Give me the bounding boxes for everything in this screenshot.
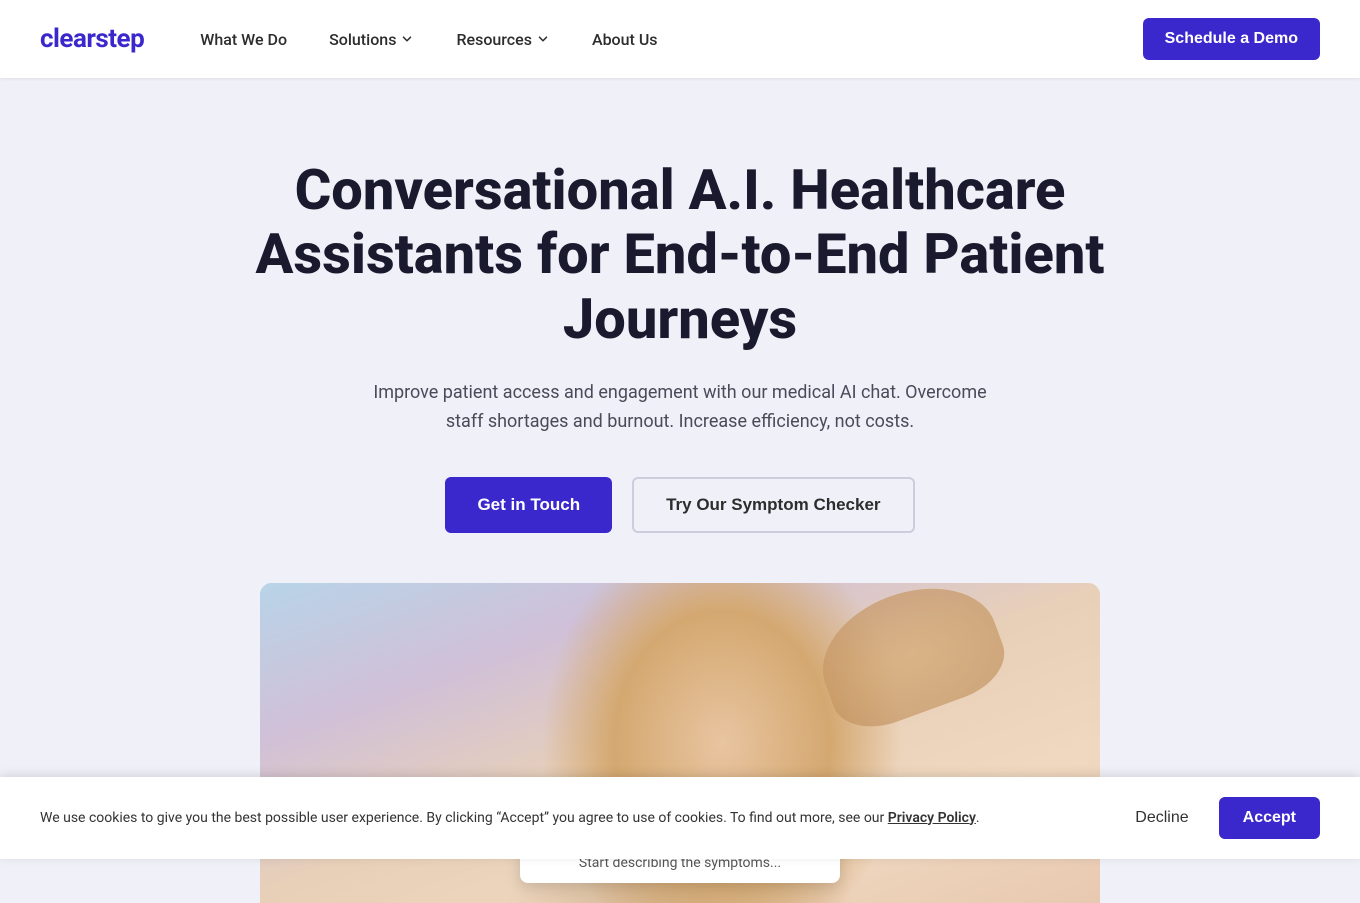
navbar: clearstep What We Do Solutions Resources — [0, 0, 1360, 78]
nav-link-solutions[interactable]: Solutions — [313, 22, 430, 57]
navbar-left: clearstep What We Do Solutions Resources — [40, 22, 674, 57]
hero-subtitle: Improve patient access and engagement wi… — [360, 379, 1000, 437]
get-in-touch-button[interactable]: Get in Touch — [445, 477, 612, 533]
cookie-banner: We use cookies to give you the best poss… — [0, 777, 1360, 859]
cookie-buttons: Decline Accept — [1117, 797, 1320, 839]
nav-link-what-we-do[interactable]: What We Do — [184, 22, 303, 57]
decline-button[interactable]: Decline — [1117, 799, 1206, 837]
nav-item-resources[interactable]: Resources — [440, 22, 566, 57]
try-symptom-checker-button[interactable]: Try Our Symptom Checker — [632, 477, 914, 533]
chevron-down-icon — [400, 32, 414, 46]
privacy-policy-link[interactable]: Privacy Policy — [888, 810, 976, 826]
accept-button[interactable]: Accept — [1219, 797, 1320, 839]
nav-item-about-us[interactable]: About Us — [576, 22, 674, 57]
cookie-text: We use cookies to give you the best poss… — [40, 808, 1097, 829]
nav-item-solutions[interactable]: Solutions — [313, 22, 430, 57]
nav-item-what-we-do[interactable]: What We Do — [184, 22, 303, 57]
hero-buttons: Get in Touch Try Our Symptom Checker — [20, 477, 1340, 533]
chevron-down-icon-resources — [536, 32, 550, 46]
hero-title: Conversational A.I. Healthcare Assistant… — [230, 158, 1130, 351]
logo[interactable]: clearstep — [40, 24, 144, 54]
nav-link-about-us[interactable]: About Us — [576, 22, 674, 57]
schedule-demo-button[interactable]: Schedule a Demo — [1143, 18, 1320, 60]
nav-link-resources[interactable]: Resources — [440, 22, 566, 57]
nav-links: What We Do Solutions Resources — [184, 22, 673, 57]
